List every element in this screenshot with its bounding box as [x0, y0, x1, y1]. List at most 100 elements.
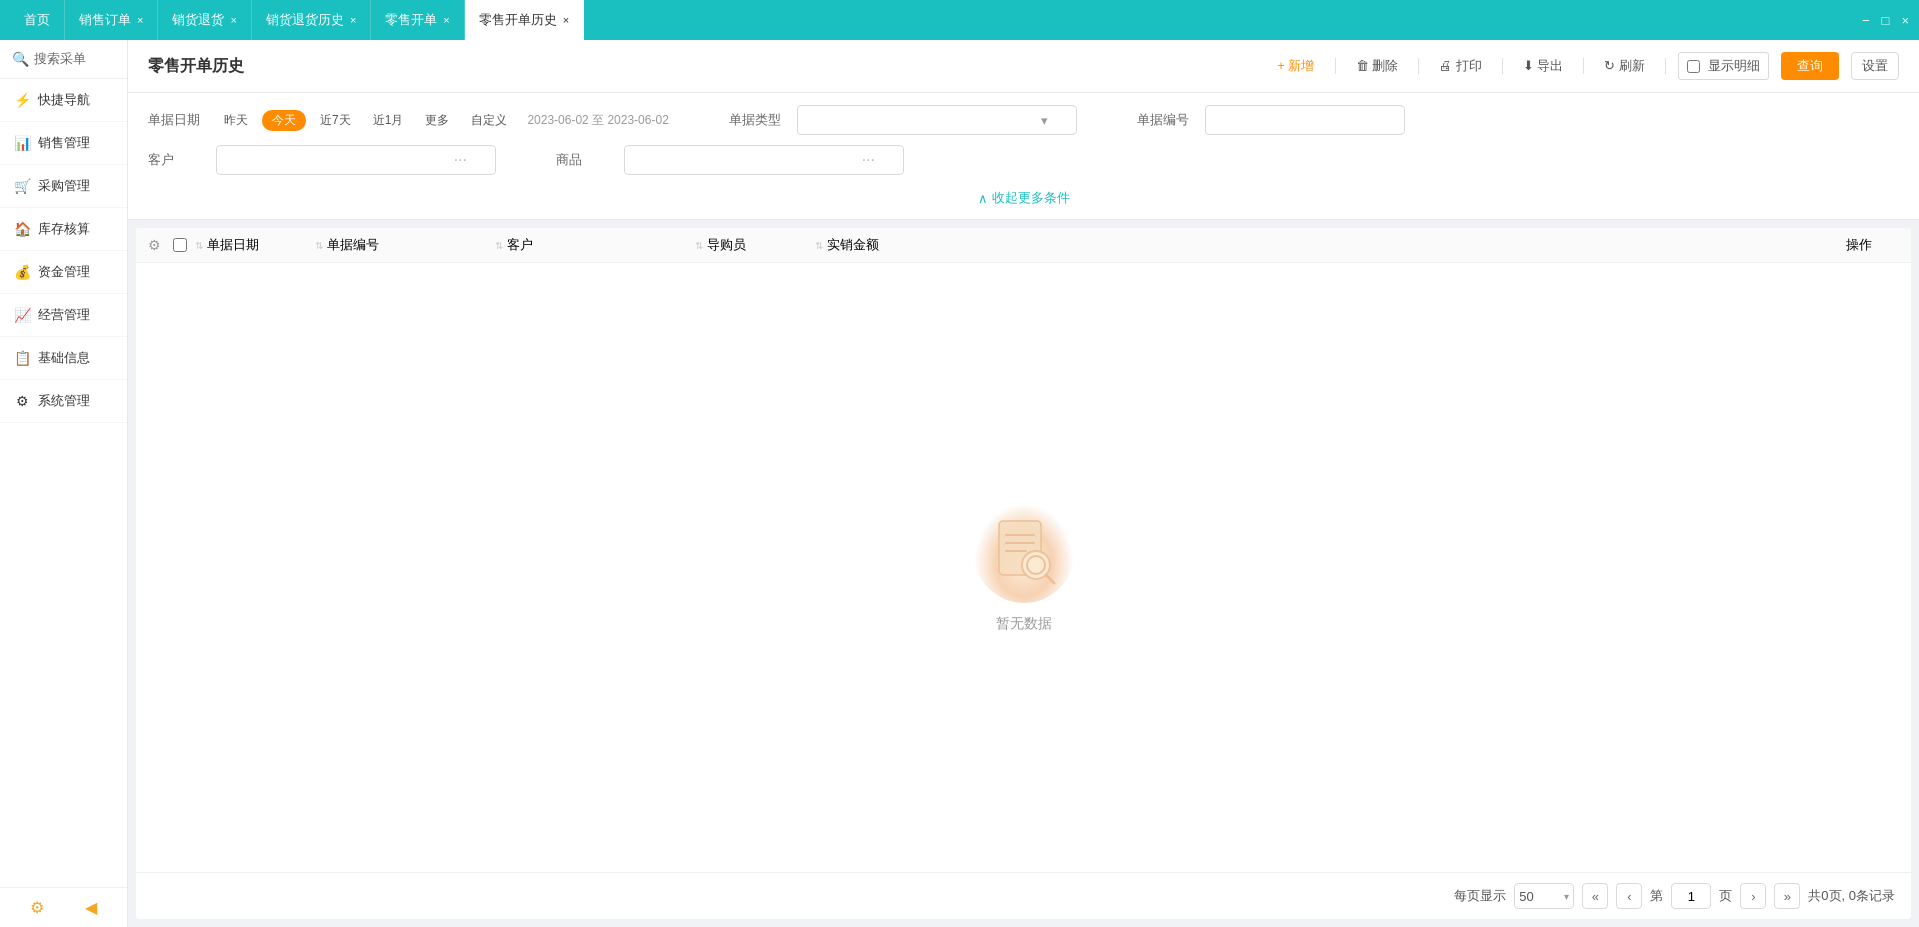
tab-sales-return-history[interactable]: 销货退货历史 × [252, 0, 371, 40]
main-layout: 🔍 搜索采单 ⚡ 快捷导航 📊 销售管理 🛒 采购管理 🏠 库存核算 💰 资金管… [0, 40, 1919, 927]
tab-close-sales-return[interactable]: × [230, 14, 236, 26]
page-next-btn[interactable]: › [1740, 883, 1766, 909]
basic-info-icon: 📋 [14, 350, 30, 366]
display-checkbox[interactable] [1687, 60, 1700, 73]
tab-close-sales-return-history[interactable]: × [350, 14, 356, 26]
col-header-guide[interactable]: ⇅ 导购员 [695, 236, 815, 254]
tab-close-sales-order[interactable]: × [137, 14, 143, 26]
col-header-customer[interactable]: ⇅ 客户 [495, 236, 695, 254]
date-range-display: 2023-06-02 至 2023-06-02 [527, 112, 668, 129]
page-suffix: 页 [1719, 887, 1732, 905]
col-header-amount[interactable]: ⇅ 实销金额 [815, 236, 1819, 254]
window-min-btn[interactable]: − [1862, 13, 1870, 28]
empty-text: 暂无数据 [996, 615, 1052, 633]
divider-1 [1335, 58, 1336, 74]
sidebar-item-system[interactable]: ⚙ 系统管理 [0, 380, 127, 423]
page-last-btn[interactable]: » [1774, 883, 1800, 909]
per-page-arrow: ▾ [1564, 891, 1569, 902]
date-btn-7days[interactable]: 近7天 [312, 110, 359, 131]
col-header-num[interactable]: ⇅ 单据编号 [315, 236, 495, 254]
display-label: 显示明细 [1708, 57, 1760, 75]
sidebar-item-label-quick-nav: 快捷导航 [38, 91, 90, 109]
table-header-row: ⇅ 单据日期 ⇅ 单据编号 ⇅ 客户 ⇅ 导购员 [195, 236, 1899, 254]
divider-5 [1665, 58, 1666, 74]
sidebar-item-label-system: 系统管理 [38, 392, 90, 410]
sidebar-item-inventory[interactable]: 🏠 库存核算 [0, 208, 127, 251]
query-button[interactable]: 查询 [1781, 52, 1839, 80]
sidebar-item-basic-info[interactable]: 📋 基础信息 [0, 337, 127, 380]
sidebar-item-finance[interactable]: 💰 资金管理 [0, 251, 127, 294]
operations-icon: 📈 [14, 307, 30, 323]
collapse-icon: ∧ [978, 191, 988, 206]
collapse-sidebar-btn[interactable]: ◀ [85, 898, 97, 917]
date-btn-yesterday[interactable]: 昨天 [216, 110, 256, 131]
goods-select[interactable]: ··· [624, 145, 904, 175]
type-select[interactable]: ▾ [797, 105, 1077, 135]
tab-close-retail-history[interactable]: × [563, 14, 569, 26]
page-title: 零售开单历史 [148, 56, 244, 77]
divider-2 [1418, 58, 1419, 74]
window-max-btn[interactable]: □ [1882, 13, 1890, 28]
sidebar-item-operations[interactable]: 📈 经营管理 [0, 294, 127, 337]
print-button[interactable]: 🖨 打印 [1431, 53, 1490, 79]
window-controls: − □ × [1862, 13, 1909, 28]
num-filter-group: 单据编号 [1137, 105, 1405, 135]
date-btn-today[interactable]: 今天 [262, 110, 306, 131]
date-filter-label: 单据日期 [148, 111, 208, 129]
export-button[interactable]: ⬇ 导出 [1515, 53, 1572, 79]
tab-retail-open[interactable]: 零售开单 × [371, 0, 464, 40]
page-number-input[interactable] [1671, 883, 1711, 909]
sidebar-item-label-purchase-mgmt: 采购管理 [38, 177, 90, 195]
num-filter-input[interactable] [1205, 105, 1405, 135]
divider-4 [1583, 58, 1584, 74]
add-button[interactable]: + 新增 [1269, 53, 1322, 79]
select-all-checkbox[interactable] [173, 238, 187, 252]
date-btn-1month[interactable]: 近1月 [365, 110, 412, 131]
filter-row-1: 单据日期 昨天 今天 近7天 近1月 更多 自定义 2023-06-02 至 2… [148, 105, 1899, 135]
page-label: 第 [1650, 887, 1663, 905]
empty-svg [984, 513, 1064, 593]
sidebar: 🔍 搜索采单 ⚡ 快捷导航 📊 销售管理 🛒 采购管理 🏠 库存核算 💰 资金管… [0, 40, 128, 927]
date-btn-more[interactable]: 更多 [417, 110, 457, 131]
tab-home[interactable]: 首页 [10, 0, 65, 40]
type-filter-group: 单据类型 ▾ [729, 105, 1077, 135]
quick-nav-icon: ⚡ [14, 92, 30, 108]
page-first-btn[interactable]: « [1582, 883, 1608, 909]
table-gear-btn[interactable]: ⚙ [148, 237, 161, 253]
sidebar-item-sales-mgmt[interactable]: 📊 销售管理 [0, 122, 127, 165]
tab-sales-return[interactable]: 销货退货 × [158, 0, 251, 40]
customer-dots[interactable]: ··· [454, 151, 467, 169]
collapse-label: 收起更多条件 [992, 189, 1070, 207]
col-label-date: 单据日期 [207, 236, 259, 254]
sidebar-item-label-finance: 资金管理 [38, 263, 90, 281]
type-select-arrow: ▾ [1041, 113, 1048, 128]
sidebar-item-quick-nav[interactable]: ⚡ 快捷导航 [0, 79, 127, 122]
settings-bottom-btn[interactable]: ⚙ [30, 898, 44, 917]
delete-button[interactable]: 🗑 删除 [1348, 53, 1407, 79]
tab-sales-order[interactable]: 销售订单 × [65, 0, 158, 40]
window-close-btn[interactable]: × [1901, 13, 1909, 28]
tab-close-retail-open[interactable]: × [443, 14, 449, 26]
refresh-button[interactable]: ↻ 刷新 [1596, 53, 1653, 79]
per-page-select[interactable]: 50 ▾ [1514, 883, 1574, 909]
col-header-date[interactable]: ⇅ 单据日期 [195, 236, 315, 254]
settings-button[interactable]: 设置 [1851, 52, 1899, 80]
top-bar: 首页 销售订单 × 销货退货 × 销货退货历史 × 零售开单 × 零售开单历史 … [0, 0, 1919, 40]
goods-filter-group: 商品 ··· [556, 145, 904, 175]
sales-mgmt-icon: 📊 [14, 135, 30, 151]
col-sort-icon-num: ⇅ [315, 240, 323, 251]
collapse-filter-btn[interactable]: ∧ 收起更多条件 [148, 185, 1899, 211]
sidebar-search[interactable]: 🔍 搜索采单 [0, 40, 127, 79]
total-label: 共0页, 0条记录 [1808, 887, 1895, 905]
date-btn-custom[interactable]: 自定义 [463, 110, 515, 131]
divider-3 [1502, 58, 1503, 74]
tab-retail-history[interactable]: 零售开单历史 × [465, 0, 584, 40]
filter-row-2: 客户 ··· 商品 ··· [148, 145, 1899, 175]
system-icon: ⚙ [14, 393, 30, 409]
display-setting-btn[interactable]: 显示明细 [1678, 52, 1769, 80]
page-prev-btn[interactable]: ‹ [1616, 883, 1642, 909]
sidebar-item-purchase-mgmt[interactable]: 🛒 采购管理 [0, 165, 127, 208]
customer-select[interactable]: ··· [216, 145, 496, 175]
goods-dots[interactable]: ··· [862, 151, 875, 169]
col-sort-icon-amount: ⇅ [815, 240, 823, 251]
